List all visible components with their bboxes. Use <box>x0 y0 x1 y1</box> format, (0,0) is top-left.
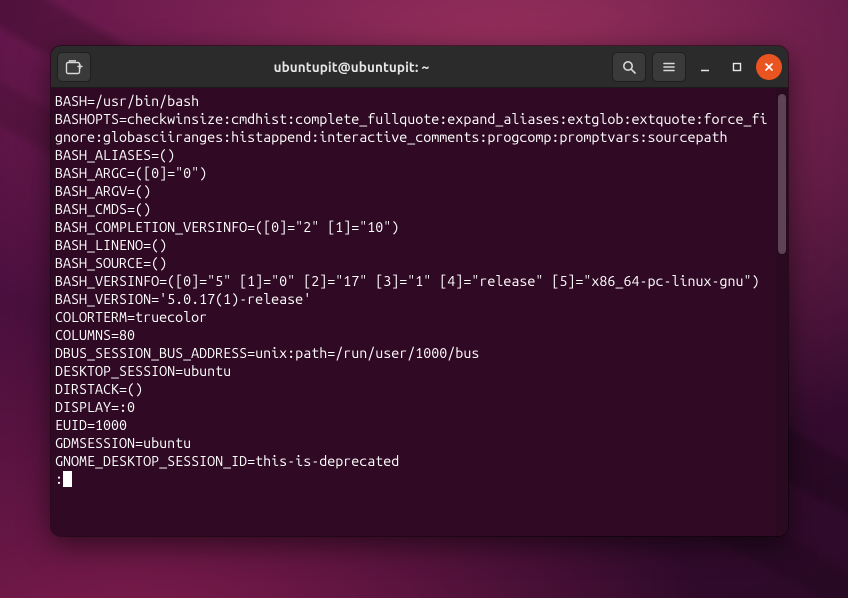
terminal-window: ubuntupit@ubuntupit: ~ <box>51 46 788 536</box>
search-icon <box>621 59 637 75</box>
terminal-area[interactable]: BASH=/usr/bin/bash BASHOPTS=checkwinsize… <box>51 88 788 536</box>
scrollbar-track[interactable] <box>776 88 788 536</box>
maximize-icon <box>731 61 743 73</box>
close-button[interactable] <box>756 54 782 80</box>
new-tab-icon <box>65 59 83 75</box>
window-title: ubuntupit@ubuntupit: ~ <box>97 59 606 75</box>
text-cursor <box>63 471 72 487</box>
minimize-button[interactable] <box>692 54 718 80</box>
menu-button[interactable] <box>652 52 686 82</box>
maximize-button[interactable] <box>724 54 750 80</box>
close-icon <box>763 61 775 73</box>
new-tab-button[interactable] <box>57 52 91 82</box>
hamburger-icon <box>661 59 677 75</box>
terminal-viewport[interactable]: BASH=/usr/bin/bash BASHOPTS=checkwinsize… <box>51 88 776 536</box>
titlebar: ubuntupit@ubuntupit: ~ <box>51 46 788 88</box>
minimize-icon <box>699 61 711 73</box>
terminal-output: BASH=/usr/bin/bash BASHOPTS=checkwinsize… <box>55 92 774 470</box>
pager-prompt: : <box>55 470 63 488</box>
terminal-pager-line: : <box>55 470 774 488</box>
search-button[interactable] <box>612 52 646 82</box>
scrollbar-thumb[interactable] <box>778 94 786 254</box>
